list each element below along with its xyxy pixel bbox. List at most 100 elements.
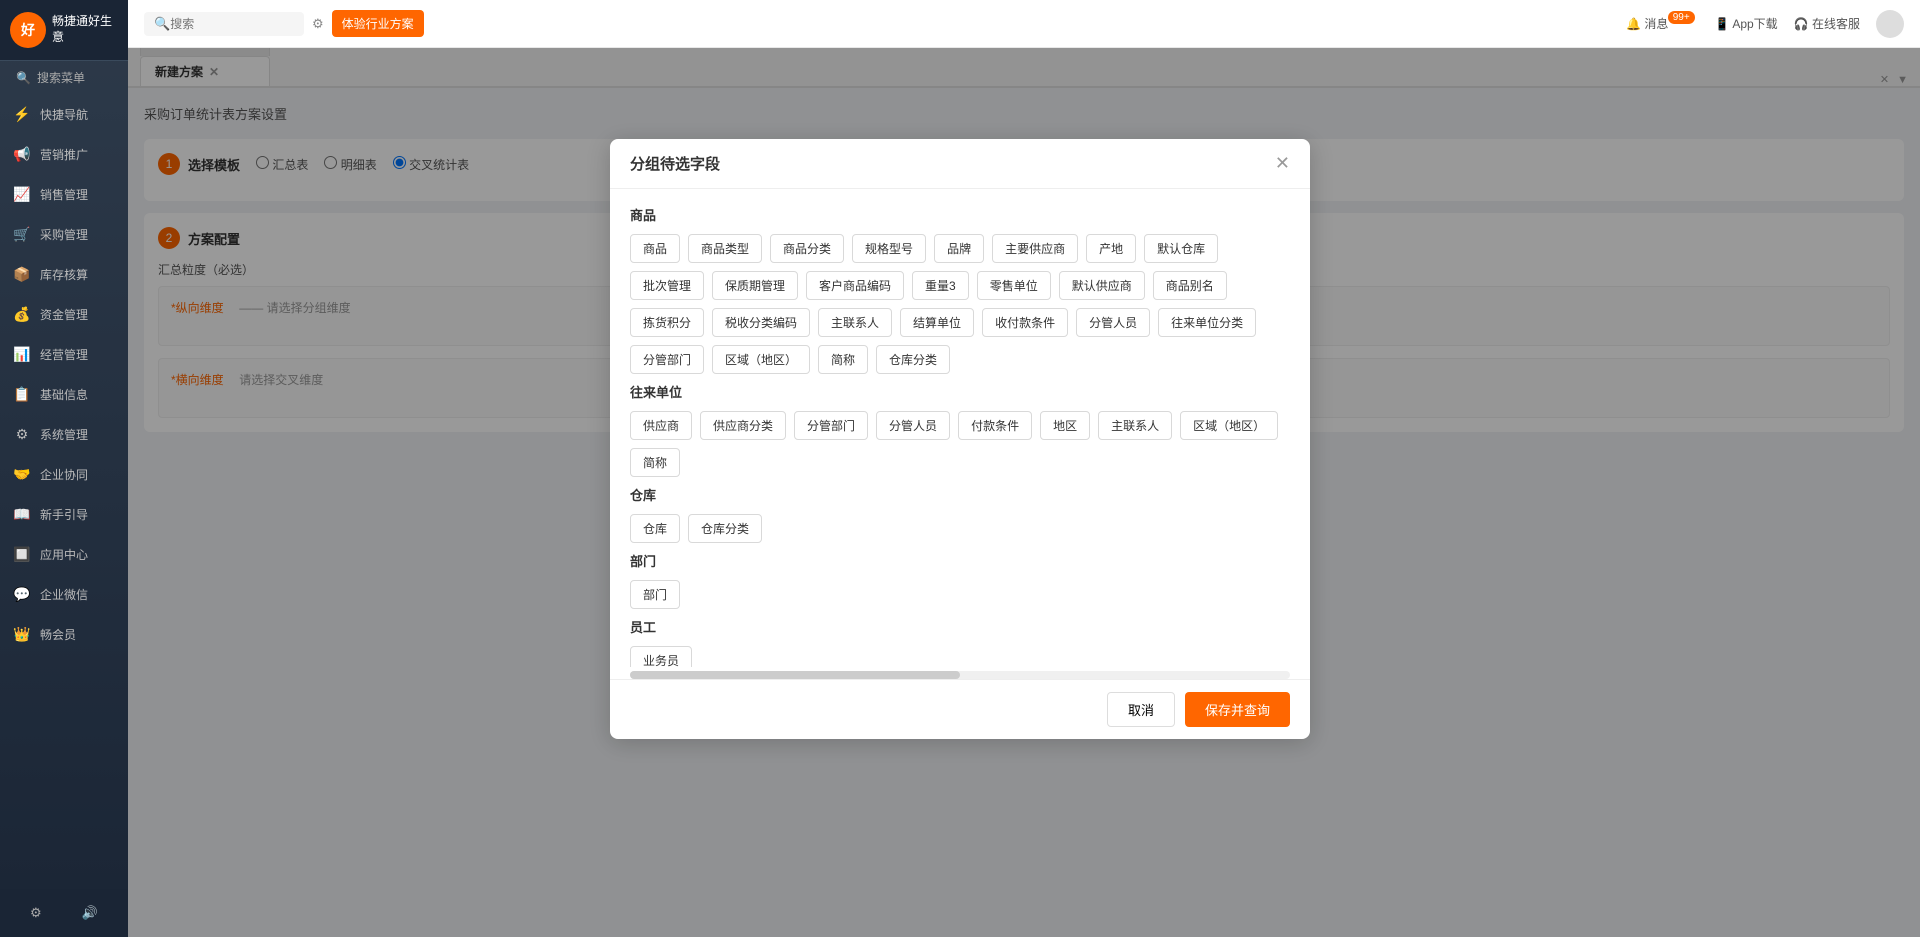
field-tag-goods-25[interactable]: 仓库分类: [876, 345, 950, 374]
sidebar-item-finance[interactable]: 💰 资金管理: [0, 294, 128, 334]
cooperation-label: 企业协同: [40, 466, 88, 483]
sidebar-logo: 好 畅捷通好生意: [0, 0, 128, 61]
field-tag-warehouse-0[interactable]: 仓库: [630, 514, 680, 543]
header-search-icon: 🔍: [154, 16, 170, 32]
app-center-label: 应用中心: [40, 546, 88, 563]
sidebar-item-app-center[interactable]: 🔲 应用中心: [0, 534, 128, 574]
field-tag-goods-18[interactable]: 结算单位: [900, 308, 974, 337]
user-avatar[interactable]: [1876, 10, 1904, 38]
sidebar-item-purchase[interactable]: 🛒 采购管理: [0, 214, 128, 254]
cooperation-icon: 🤝: [12, 464, 32, 484]
field-tag-goods-6[interactable]: 产地: [1086, 234, 1136, 263]
notification-badge: 99+: [1668, 11, 1695, 24]
field-tag-contact-4[interactable]: 付款条件: [958, 411, 1032, 440]
sidebar-item-inventory[interactable]: 📦 库存核算: [0, 254, 128, 294]
gear-icon[interactable]: ⚙: [312, 16, 324, 32]
notification-area[interactable]: 🔔 消息 99+: [1626, 15, 1699, 32]
inventory-icon: 📦: [12, 264, 32, 284]
section-contact: 往来单位供应商供应商分类分管部门分管人员付款条件地区主联系人区域（地区） 简称: [630, 382, 1290, 477]
field-tag-contact-1[interactable]: 供应商分类: [700, 411, 786, 440]
field-tag-goods-10[interactable]: 客户商品编码: [806, 271, 904, 300]
audio-icon[interactable]: 🔊: [82, 905, 98, 921]
sidebar-item-basic-info[interactable]: 📋 基础信息: [0, 374, 128, 414]
header-search-box[interactable]: 🔍: [144, 12, 304, 36]
field-tag-goods-23[interactable]: 区域（地区）: [712, 345, 810, 374]
field-tag-contact-5[interactable]: 地区: [1040, 411, 1090, 440]
horizontal-scrollbar[interactable]: [630, 671, 1290, 679]
modal-body: 商品商品商品类型商品分类规格型号品牌主要供应商产地默认仓库批次管理保质期管理客户…: [610, 189, 1310, 667]
field-tag-goods-13[interactable]: 默认供应商: [1059, 271, 1145, 300]
field-tag-goods-7[interactable]: 默认仓库: [1144, 234, 1218, 263]
settings-icon[interactable]: ⚙: [30, 905, 42, 921]
field-tag-contact-0[interactable]: 供应商: [630, 411, 692, 440]
section-title-contact: 往来单位: [630, 382, 1290, 401]
modal-title: 分组待选字段: [630, 153, 720, 174]
field-tag-goods-22[interactable]: 分管部门: [630, 345, 704, 374]
field-tag-goods-17[interactable]: 主联系人: [818, 308, 892, 337]
section-title-goods: 商品: [630, 205, 1290, 224]
sidebar-item-quick-nav[interactable]: ⚡ 快捷导航: [0, 94, 128, 134]
download-icon: 📱: [1715, 17, 1730, 31]
field-tag-goods-12[interactable]: 零售单位: [977, 271, 1051, 300]
field-tag-contact-7[interactable]: 区域（地区）: [1180, 411, 1278, 440]
field-tag-staff-0[interactable]: 业务员: [630, 646, 692, 667]
sidebar-item-operation[interactable]: 📊 经营管理: [0, 334, 128, 374]
confirm-button[interactable]: 保存并查询: [1185, 692, 1290, 727]
cancel-button[interactable]: 取消: [1107, 692, 1175, 727]
field-tag-goods-16[interactable]: 税收分类编码: [712, 308, 810, 337]
sidebar-item-cooperation[interactable]: 🤝 企业协同: [0, 454, 128, 494]
field-tag-goods-8[interactable]: 批次管理: [630, 271, 704, 300]
field-tag-goods-11[interactable]: 重量3: [912, 271, 969, 300]
modal-header: 分组待选字段 ✕: [610, 139, 1310, 189]
sidebar-item-system[interactable]: ⚙ 系统管理: [0, 414, 128, 454]
app-center-icon: 🔲: [12, 544, 32, 564]
purchase-label: 采购管理: [40, 226, 88, 243]
online-service[interactable]: 🎧 在线客服: [1794, 15, 1860, 32]
member-icon: 👑: [12, 624, 32, 644]
system-label: 系统管理: [40, 426, 88, 443]
field-tag-department-0[interactable]: 部门: [630, 580, 680, 609]
field-tag-goods-24[interactable]: 简称: [818, 345, 868, 374]
horizontal-scrollbar-area: [610, 667, 1310, 679]
modal-close-icon[interactable]: ✕: [1275, 153, 1290, 174]
field-tag-goods-5[interactable]: 主要供应商: [992, 234, 1078, 263]
sales-icon: 📈: [12, 184, 32, 204]
field-select-modal: 分组待选字段 ✕ 商品商品商品类型商品分类规格型号品牌主要供应商产地默认仓库批次…: [610, 139, 1310, 739]
field-tag-goods-0[interactable]: 商品: [630, 234, 680, 263]
field-tag-goods-15[interactable]: 拣货积分: [630, 308, 704, 337]
header-right: 🔔 消息 99+ 📱 App下载 🎧 在线客服: [1626, 10, 1904, 38]
sidebar-item-wechat[interactable]: 💬 企业微信: [0, 574, 128, 614]
field-tag-goods-3[interactable]: 规格型号: [852, 234, 926, 263]
finance-label: 资金管理: [40, 306, 88, 323]
field-tag-goods-20[interactable]: 分管人员: [1076, 308, 1150, 337]
sidebar-item-member[interactable]: 👑 畅会员: [0, 614, 128, 654]
logo-icon: 好: [10, 12, 46, 48]
search-input[interactable]: [170, 17, 270, 31]
app-download[interactable]: 📱 App下载: [1715, 15, 1778, 32]
inventory-label: 库存核算: [40, 266, 88, 283]
field-tag-contact-6[interactable]: 主联系人: [1098, 411, 1172, 440]
field-tag-goods-1[interactable]: 商品类型: [688, 234, 762, 263]
section-goods: 商品商品商品类型商品分类规格型号品牌主要供应商产地默认仓库批次管理保质期管理客户…: [630, 205, 1290, 374]
field-tag-goods-21[interactable]: 往来单位分类: [1158, 308, 1256, 337]
sidebar-nav: ⚡ 快捷导航 📢 营销推广 📈 销售管理 🛒 采购管理 📦 库存核算 💰 资金管…: [0, 94, 128, 654]
sidebar-item-guide[interactable]: 📖 新手引导: [0, 494, 128, 534]
field-tag-goods-4[interactable]: 品牌: [934, 234, 984, 263]
field-tag-goods-2[interactable]: 商品分类: [770, 234, 844, 263]
field-tag-goods-9[interactable]: 保质期管理: [712, 271, 798, 300]
field-grid-warehouse: 仓库仓库分类: [630, 514, 1290, 543]
experience-btn[interactable]: 体验行业方案: [332, 10, 424, 37]
member-label: 畅会员: [40, 626, 76, 643]
sidebar-item-marketing[interactable]: 📢 营销推广: [0, 134, 128, 174]
section-title-department: 部门: [630, 551, 1290, 570]
system-icon: ⚙: [12, 424, 32, 444]
basic-info-label: 基础信息: [40, 386, 88, 403]
sidebar-search[interactable]: 🔍 搜索菜单: [0, 61, 128, 94]
sidebar-item-sales[interactable]: 📈 销售管理: [0, 174, 128, 214]
field-tag-goods-19[interactable]: 收付款条件: [982, 308, 1068, 337]
field-tag-contact-3[interactable]: 分管人员: [876, 411, 950, 440]
field-tag-contact-8[interactable]: 简称: [630, 448, 680, 477]
field-tag-warehouse-1[interactable]: 仓库分类: [688, 514, 762, 543]
field-tag-goods-14[interactable]: 商品别名: [1153, 271, 1227, 300]
field-tag-contact-2[interactable]: 分管部门: [794, 411, 868, 440]
